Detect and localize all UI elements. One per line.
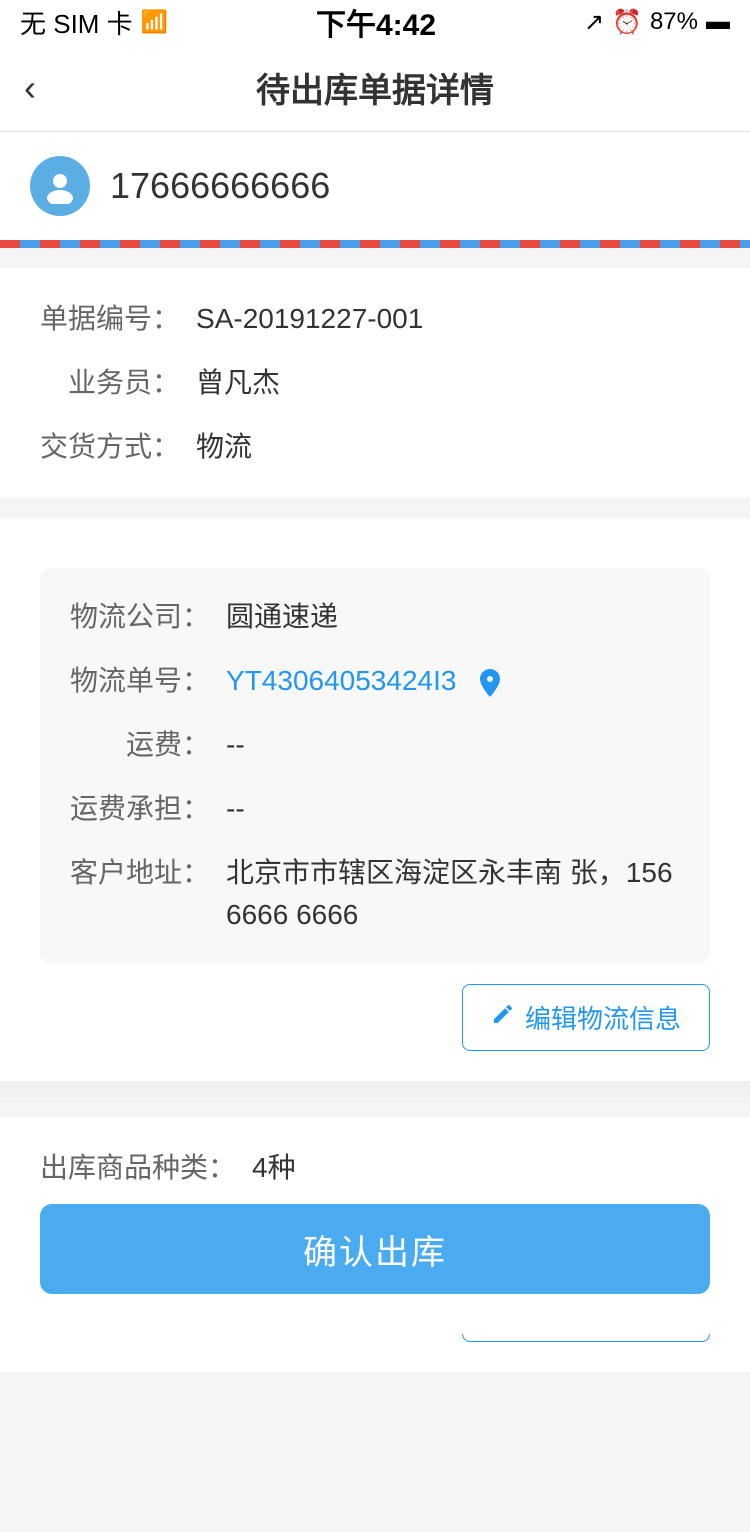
wifi-icon: 📶 [141,9,168,35]
delivery-method-value: 物流 [196,426,710,468]
address-label: 客户地址： [70,852,210,894]
freight-row: 运费： -- [70,724,680,766]
sim-label: 无 SIM 卡 [20,4,133,41]
basic-info-section: 单据编号： SA-20191227-001 业务员： 曾凡杰 交货方式： 物流 [0,268,750,498]
section-divider [0,1081,750,1097]
back-button[interactable]: ‹ [24,67,36,109]
avatar [30,156,90,216]
user-phone: 17666666666 [110,165,330,207]
status-left: 无 SIM 卡 📶 [20,4,168,41]
back-icon: ‹ [24,67,36,108]
status-right: ↗ ⏰ 87% ▬ [584,8,730,37]
logistics-section: 物流公司： 圆通速递 物流单号： YT43064053424I3 运费： -- [0,518,750,1081]
address-row: 客户地址： 北京市市辖区海淀区永丰南 张，156 6666 6666 [70,852,680,936]
edit-icon [491,1002,515,1033]
edit-logistics-area: 编辑物流信息 [40,984,710,1051]
freight-value: -- [226,724,680,766]
tracking-label: 物流单号： [70,660,210,702]
location-status-icon: ↗ [584,8,604,37]
confirm-button[interactable]: 确认出库 [40,1204,710,1294]
bottom-bar: 确认出库 [0,1184,750,1334]
salesperson-row: 业务员： 曾凡杰 [40,362,710,404]
edit-logistics-label: 编辑物流信息 [525,999,681,1036]
page-title: 待出库单据详情 [256,63,494,112]
dashed-divider [0,240,750,248]
battery-icon: ▬ [706,8,730,36]
tracking-row: 物流单号： YT43064053424I3 [70,660,680,702]
logistics-company-value: 圆通速递 [226,596,680,638]
location-icon[interactable] [474,667,506,699]
address-value: 北京市市辖区海淀区永丰南 张，156 6666 6666 [226,852,680,936]
logistics-company-label: 物流公司： [70,596,210,638]
delivery-method-row: 交货方式： 物流 [40,426,710,468]
alarm-icon: ⏰ [612,8,642,37]
edit-logistics-button[interactable]: 编辑物流信息 [462,984,710,1051]
logistics-company-row: 物流公司： 圆通速递 [70,596,680,638]
delivery-method-label: 交货方式： [40,426,180,468]
doc-number-label: 单据编号： [40,298,180,340]
freight-bearer-row: 运费承担： -- [70,788,680,830]
freight-bearer-value: -- [226,788,680,830]
freight-bearer-label: 运费承担： [70,788,210,830]
user-header: 17666666666 [0,132,750,240]
status-bar: 无 SIM 卡 📶 下午4:42 ↗ ⏰ 87% ▬ [0,0,750,44]
battery-label: 87% [650,8,698,36]
freight-label: 运费： [70,724,210,766]
product-type-value: 4种 [252,1147,710,1189]
product-type-row: 出库商品种类： 4种 [40,1147,710,1189]
salesperson-label: 业务员： [40,362,180,404]
tracking-value: YT43064053424I3 [226,660,680,702]
product-type-label: 出库商品种类： [40,1147,236,1189]
doc-number-row: 单据编号： SA-20191227-001 [40,298,710,340]
salesperson-value: 曾凡杰 [196,362,710,404]
logistics-card: 物流公司： 圆通速递 物流单号： YT43064053424I3 运费： -- [40,568,710,964]
nav-bar: ‹ 待出库单据详情 [0,44,750,132]
status-time: 下午4:42 [316,0,436,44]
doc-number-value: SA-20191227-001 [196,298,710,340]
